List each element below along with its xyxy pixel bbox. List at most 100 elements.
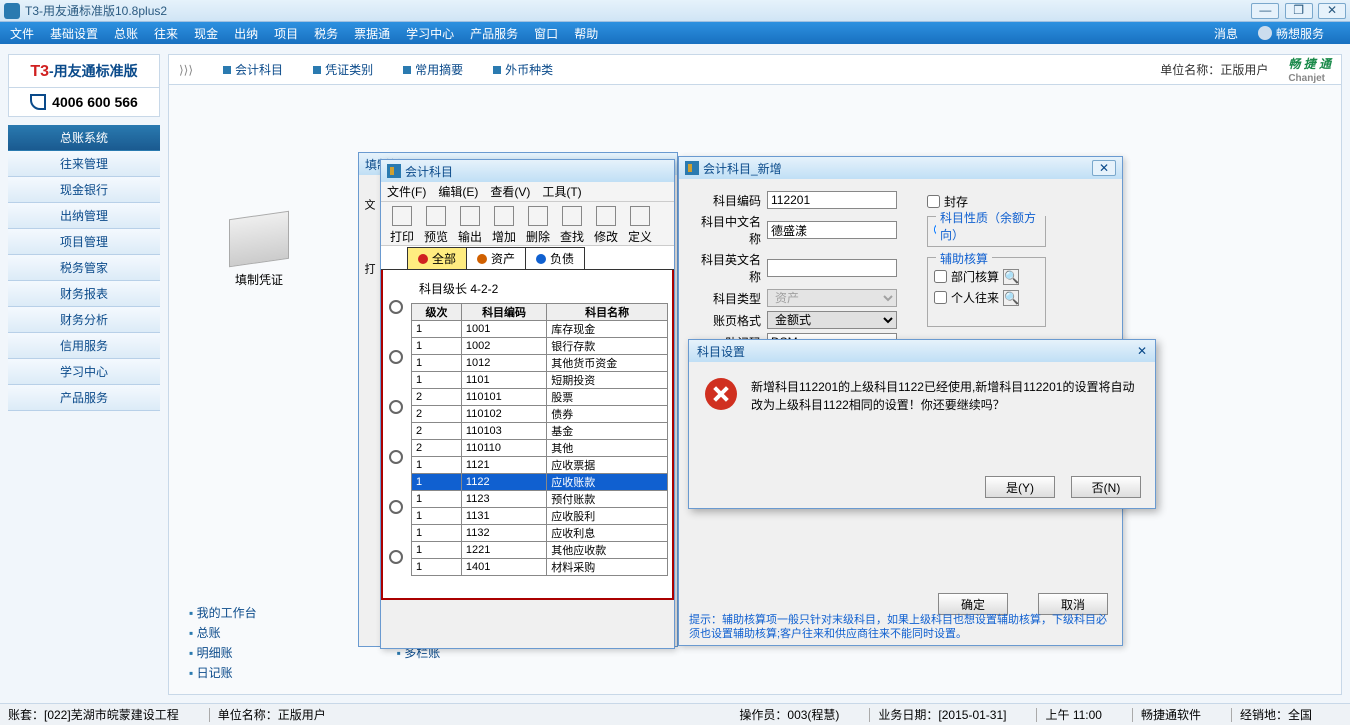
tb-preview[interactable]: 预览 xyxy=(419,206,453,245)
nav-contacts[interactable]: 往来管理 xyxy=(8,151,160,177)
subjects-menubar: 文件(F) 编辑(E) 查看(V) 工具(T) xyxy=(381,182,674,202)
table-row[interactable]: 11001库存现金 xyxy=(412,321,668,338)
link-desktop[interactable]: 我的工作台 xyxy=(189,604,257,621)
maximize-button[interactable]: ❐ xyxy=(1285,3,1313,19)
tb-subjects[interactable]: 会计科目 xyxy=(223,61,283,78)
lookup-icon[interactable]: 🔍 xyxy=(1003,290,1019,306)
table-row[interactable]: 11221其他应收款 xyxy=(412,542,668,559)
menu-item[interactable]: 现金 xyxy=(194,25,218,42)
seal-checkbox[interactable] xyxy=(927,195,940,208)
tb-find[interactable]: 查找 xyxy=(555,206,589,245)
fmt-label: 账页格式 xyxy=(691,312,761,329)
tab-asset[interactable]: 资产 xyxy=(466,247,526,269)
sub-toolbar: ⟩⟩⟩ 会计科目 凭证类别 常用摘要 外币种类 单位名称：正版用户 畅 捷 通C… xyxy=(169,55,1341,85)
tb-delete[interactable]: 删除 xyxy=(521,206,555,245)
person-checkbox[interactable] xyxy=(934,291,947,304)
table-row[interactable]: 11401材料采购 xyxy=(412,559,668,576)
subjects-table[interactable]: 级次科目编码科目名称11001库存现金11002银行存款11012其他货币资金1… xyxy=(411,303,668,576)
app-icon xyxy=(4,3,20,19)
msg-title: 科目设置 xyxy=(697,343,745,360)
close-button[interactable]: ✕ xyxy=(1318,3,1346,19)
minimize-button[interactable]: — xyxy=(1251,3,1279,19)
menu-item[interactable]: 帮助 xyxy=(574,25,598,42)
nav-cash-bank[interactable]: 现金银行 xyxy=(8,177,160,203)
yes-button[interactable]: 是(Y) xyxy=(985,476,1055,498)
nav-project[interactable]: 项目管理 xyxy=(8,229,160,255)
app-title: T3-用友通标准版10.8plus2 xyxy=(25,2,1249,19)
chat-icon xyxy=(1258,26,1272,40)
menu-item[interactable]: 往来 xyxy=(154,25,178,42)
close-icon[interactable]: ✕ xyxy=(1092,160,1116,176)
menu-tool[interactable]: 工具(T) xyxy=(542,183,581,200)
tb-export[interactable]: 输出 xyxy=(453,206,487,245)
menu-edit[interactable]: 编辑(E) xyxy=(438,183,478,200)
menu-item[interactable]: 出纳 xyxy=(234,25,258,42)
no-button[interactable]: 否(N) xyxy=(1071,476,1141,498)
menu-item[interactable]: 窗口 xyxy=(534,25,558,42)
table-row[interactable]: 11131应收股利 xyxy=(412,508,668,525)
tb-define[interactable]: 定义 xyxy=(623,206,657,245)
table-row[interactable]: 11121应收票据 xyxy=(412,457,668,474)
tb-modify[interactable]: 修改 xyxy=(589,206,623,245)
namecn-input[interactable] xyxy=(767,221,897,239)
tb-print[interactable]: 打印 xyxy=(385,206,419,245)
table-row[interactable]: 11002银行存款 xyxy=(412,338,668,355)
nav-tax[interactable]: 税务管家 xyxy=(8,255,160,281)
code-input[interactable] xyxy=(767,191,897,209)
tab-all[interactable]: 全部 xyxy=(407,247,467,269)
phone-box: 4006 600 566 xyxy=(8,88,160,117)
table-row[interactable]: 11123预付账款 xyxy=(412,491,668,508)
voucher-shortcut[interactable]: 填制凭证 xyxy=(229,215,289,288)
error-icon xyxy=(705,378,737,410)
tb-summary[interactable]: 常用摘要 xyxy=(403,61,463,78)
nameen-input[interactable] xyxy=(767,259,897,277)
menu-file[interactable]: 文件(F) xyxy=(387,183,426,200)
table-row[interactable]: 2110102 债券 xyxy=(412,406,668,423)
table-row[interactable]: 2110103 基金 xyxy=(412,423,668,440)
menu-item[interactable]: 总账 xyxy=(114,25,138,42)
menu-view[interactable]: 查看(V) xyxy=(490,183,530,200)
table-row[interactable]: 11101短期投资 xyxy=(412,372,668,389)
table-row[interactable]: 2110110 其他 xyxy=(412,440,668,457)
hint-text: 提示：辅助核算项一般只针对末级科目，如果上级科目也想设置辅助核算，下级科目必须也… xyxy=(689,613,1112,641)
status-unit: 单位名称：正版用户 xyxy=(218,706,326,723)
lookup-icon[interactable]: 🔍 xyxy=(1003,269,1019,285)
fmt-select[interactable]: 金额式 xyxy=(767,311,897,329)
table-row[interactable]: 2110101 股票 xyxy=(412,389,668,406)
tb-add[interactable]: 增加 xyxy=(487,206,521,245)
nav-learn[interactable]: 学习中心 xyxy=(8,359,160,385)
messages-link[interactable]: 消息 xyxy=(1214,25,1238,42)
link-journal[interactable]: 日记账 xyxy=(189,664,257,681)
menu-item[interactable]: 项目 xyxy=(274,25,298,42)
menu-item[interactable]: 税务 xyxy=(314,25,338,42)
link-gl[interactable]: 总账 xyxy=(189,624,257,641)
menu-item[interactable]: 文件 xyxy=(10,25,34,42)
menu-item[interactable]: 票据通 xyxy=(354,25,390,42)
table-row[interactable]: 11012其他货币资金 xyxy=(412,355,668,372)
status-region: 经销地：全国 xyxy=(1240,706,1312,723)
menu-item[interactable]: 基础设置 xyxy=(50,25,98,42)
tb-currency[interactable]: 外币种类 xyxy=(493,61,553,78)
tab-liability[interactable]: 负债 xyxy=(525,247,585,269)
close-icon[interactable]: ✕ xyxy=(1137,344,1147,358)
nav-products[interactable]: 产品服务 xyxy=(8,385,160,411)
nav-reports[interactable]: 财务报表 xyxy=(8,281,160,307)
nav-cashier[interactable]: 出纳管理 xyxy=(8,203,160,229)
tb-voucher-type[interactable]: 凭证类别 xyxy=(313,61,373,78)
nav-analysis[interactable]: 财务分析 xyxy=(8,307,160,333)
nav-general-ledger[interactable]: 总账系统 xyxy=(8,125,160,151)
table-row[interactable]: 11122应收账款 xyxy=(412,474,668,491)
status-bar: 账套：[022]芜湖市皖蒙建设工程 单位名称：正版用户 操作员：003(程慧) … xyxy=(0,703,1350,725)
nav-credit[interactable]: 信用服务 xyxy=(8,333,160,359)
table-row[interactable]: 11132应收利息 xyxy=(412,525,668,542)
stub-menu2: 打 xyxy=(361,263,377,274)
level-label: 科目级长 4-2-2 xyxy=(419,280,668,297)
link-detail[interactable]: 明细账 xyxy=(189,644,257,661)
menu-item[interactable]: 学习中心 xyxy=(406,25,454,42)
menu-item[interactable]: 产品服务 xyxy=(470,25,518,42)
ok-button[interactable]: 确定 xyxy=(938,593,1008,615)
status-operator: 操作员：003(程慧) xyxy=(739,706,839,723)
service-link[interactable]: 畅想服务 xyxy=(1276,25,1324,42)
cancel-button[interactable]: 取消 xyxy=(1038,593,1108,615)
dept-checkbox[interactable] xyxy=(934,270,947,283)
